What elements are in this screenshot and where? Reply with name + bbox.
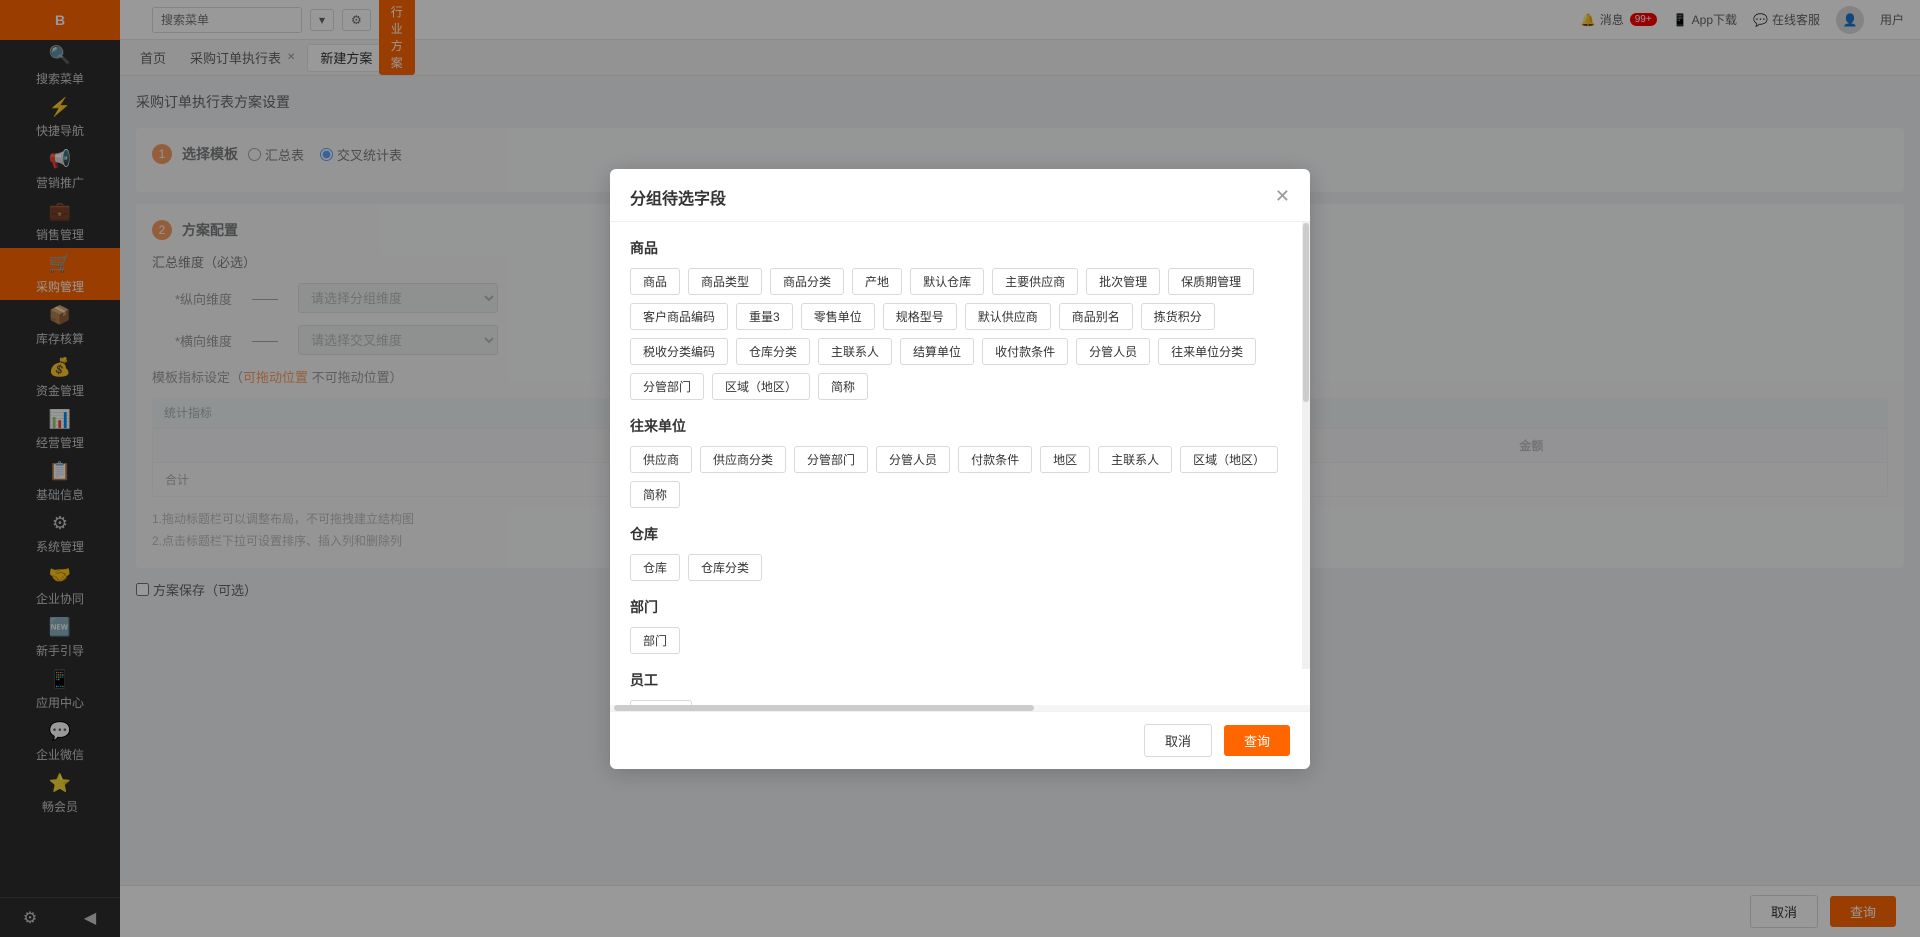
field-tag-0-10[interactable]: 零售单位 [801, 303, 875, 330]
field-tag-0-2[interactable]: 商品分类 [770, 268, 844, 295]
field-tag-0-15[interactable]: 税收分类编码 [630, 338, 728, 365]
modal-dialog: 分组待选字段 ✕ 商品商品商品类型商品分类产地默认仓库主要供应商批次管理保质期管… [610, 169, 1310, 769]
field-tags-0: 商品商品类型商品分类产地默认仓库主要供应商批次管理保质期管理客户商品编码重量3 零… [630, 268, 1290, 400]
field-tag-0-1[interactable]: 商品类型 [688, 268, 762, 295]
field-tag-1-1[interactable]: 供应商分类 [700, 446, 786, 473]
field-tag-0-13[interactable]: 商品别名 [1059, 303, 1133, 330]
section-title-2: 仓库 [630, 524, 1290, 544]
field-tag-0-16[interactable]: 仓库分类 [736, 338, 810, 365]
field-tag-2-0[interactable]: 仓库 [630, 554, 680, 581]
field-tag-0-9[interactable]: 重量3 [736, 303, 793, 330]
modal-vertical-scrollbar[interactable] [1302, 221, 1310, 669]
modal-title: 分组待选字段 [630, 185, 726, 209]
field-tag-0-21[interactable]: 往来单位分类 [1158, 338, 1256, 365]
section-title-0: 商品 [630, 238, 1290, 258]
modal-close-btn[interactable]: ✕ [1275, 186, 1290, 207]
field-tag-0-20[interactable]: 分管人员 [1076, 338, 1150, 365]
field-tags-2: 仓库仓库分类 [630, 554, 1290, 581]
modal-footer: 取消 查询 [610, 711, 1310, 769]
field-tag-0-11[interactable]: 规格型号 [883, 303, 957, 330]
field-tag-0-17[interactable]: 主联系人 [818, 338, 892, 365]
modal-overlay: 分组待选字段 ✕ 商品商品商品类型商品分类产地默认仓库主要供应商批次管理保质期管… [0, 0, 1920, 937]
field-tag-0-24[interactable]: 简称 [818, 373, 868, 400]
field-tag-0-8[interactable]: 客户商品编码 [630, 303, 728, 330]
field-tag-0-19[interactable]: 收付款条件 [982, 338, 1068, 365]
field-tag-1-3[interactable]: 分管人员 [876, 446, 950, 473]
field-tag-1-6[interactable]: 主联系人 [1098, 446, 1172, 473]
field-tag-3-0[interactable]: 部门 [630, 627, 680, 654]
field-tag-0-12[interactable]: 默认供应商 [965, 303, 1051, 330]
field-tag-0-4[interactable]: 默认仓库 [910, 268, 984, 295]
field-tag-0-0[interactable]: 商品 [630, 268, 680, 295]
field-tag-1-4[interactable]: 付款条件 [958, 446, 1032, 473]
field-tag-0-7[interactable]: 保质期管理 [1168, 268, 1254, 295]
modal-cancel-btn[interactable]: 取消 [1144, 724, 1212, 757]
field-tag-0-3[interactable]: 产地 [852, 268, 902, 295]
field-tag-0-22[interactable]: 分管部门 [630, 373, 704, 400]
field-tag-1-8[interactable]: 简称 [630, 481, 680, 508]
field-tags-1: 供应商供应商分类分管部门分管人员付款条件地区主联系人区域（地区） 简称 [630, 446, 1290, 508]
modal-body: 商品商品商品类型商品分类产地默认仓库主要供应商批次管理保质期管理客户商品编码重量… [610, 222, 1310, 705]
section-title-1: 往来单位 [630, 416, 1290, 436]
scrollbar-thumb-v [1303, 223, 1309, 402]
field-tag-0-6[interactable]: 批次管理 [1086, 268, 1160, 295]
field-tag-1-5[interactable]: 地区 [1040, 446, 1090, 473]
field-tag-1-7[interactable]: 区域（地区） [1180, 446, 1278, 473]
field-tags-3: 部门 [630, 627, 1290, 654]
section-title-3: 部门 [630, 597, 1290, 617]
modal-header: 分组待选字段 ✕ [610, 169, 1310, 222]
field-tag-1-2[interactable]: 分管部门 [794, 446, 868, 473]
field-tag-0-23[interactable]: 区域（地区） [712, 373, 810, 400]
section-title-4: 员工 [630, 670, 1290, 690]
field-tag-1-0[interactable]: 供应商 [630, 446, 692, 473]
modal-confirm-btn[interactable]: 查询 [1224, 725, 1290, 756]
field-tag-0-18[interactable]: 结算单位 [900, 338, 974, 365]
field-tag-0-14[interactable]: 拣货积分 [1141, 303, 1215, 330]
field-tag-2-1[interactable]: 仓库分类 [688, 554, 762, 581]
field-tag-0-5[interactable]: 主要供应商 [992, 268, 1078, 295]
